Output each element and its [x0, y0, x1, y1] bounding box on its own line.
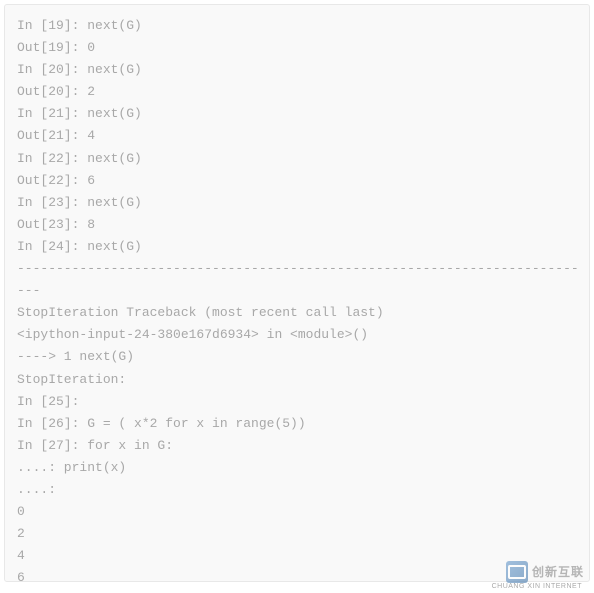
- code-line: StopIteration Traceback (most recent cal…: [17, 302, 577, 324]
- code-line: <ipython-input-24-380e167d6934> in <modu…: [17, 324, 577, 346]
- code-line: ----------------------------------------…: [17, 258, 577, 280]
- code-line: In [26]: G = ( x*2 for x in range(5)): [17, 413, 577, 435]
- code-line: Out[22]: 6: [17, 170, 577, 192]
- watermark-subtext: CHUANG XIN INTERNET: [492, 581, 582, 593]
- code-line: In [20]: next(G): [17, 59, 577, 81]
- code-line: In [25]:: [17, 391, 577, 413]
- code-line: In [21]: next(G): [17, 103, 577, 125]
- watermark-text: 创新互联: [532, 562, 584, 582]
- watermark-logo-icon: [506, 561, 528, 583]
- code-line: In [27]: for x in G:: [17, 435, 577, 457]
- code-line: 2: [17, 523, 577, 545]
- code-line: In [24]: next(G): [17, 236, 577, 258]
- code-line: ---: [17, 280, 577, 302]
- code-line: In [19]: next(G): [17, 15, 577, 37]
- code-line: In [23]: next(G): [17, 192, 577, 214]
- code-line: 6: [17, 567, 577, 582]
- code-line: StopIteration:: [17, 369, 577, 391]
- watermark: 创新互联: [506, 561, 584, 583]
- code-line: Out[20]: 2: [17, 81, 577, 103]
- code-line: 0: [17, 501, 577, 523]
- code-block: In [19]: next(G) Out[19]: 0 In [20]: nex…: [4, 4, 590, 582]
- code-line: 4: [17, 545, 577, 567]
- code-line: In [22]: next(G): [17, 148, 577, 170]
- code-line: ----> 1 next(G): [17, 346, 577, 368]
- code-line: Out[21]: 4: [17, 125, 577, 147]
- code-line: ....:: [17, 479, 577, 501]
- code-line: Out[23]: 8: [17, 214, 577, 236]
- code-line: Out[19]: 0: [17, 37, 577, 59]
- code-line: ....: print(x): [17, 457, 577, 479]
